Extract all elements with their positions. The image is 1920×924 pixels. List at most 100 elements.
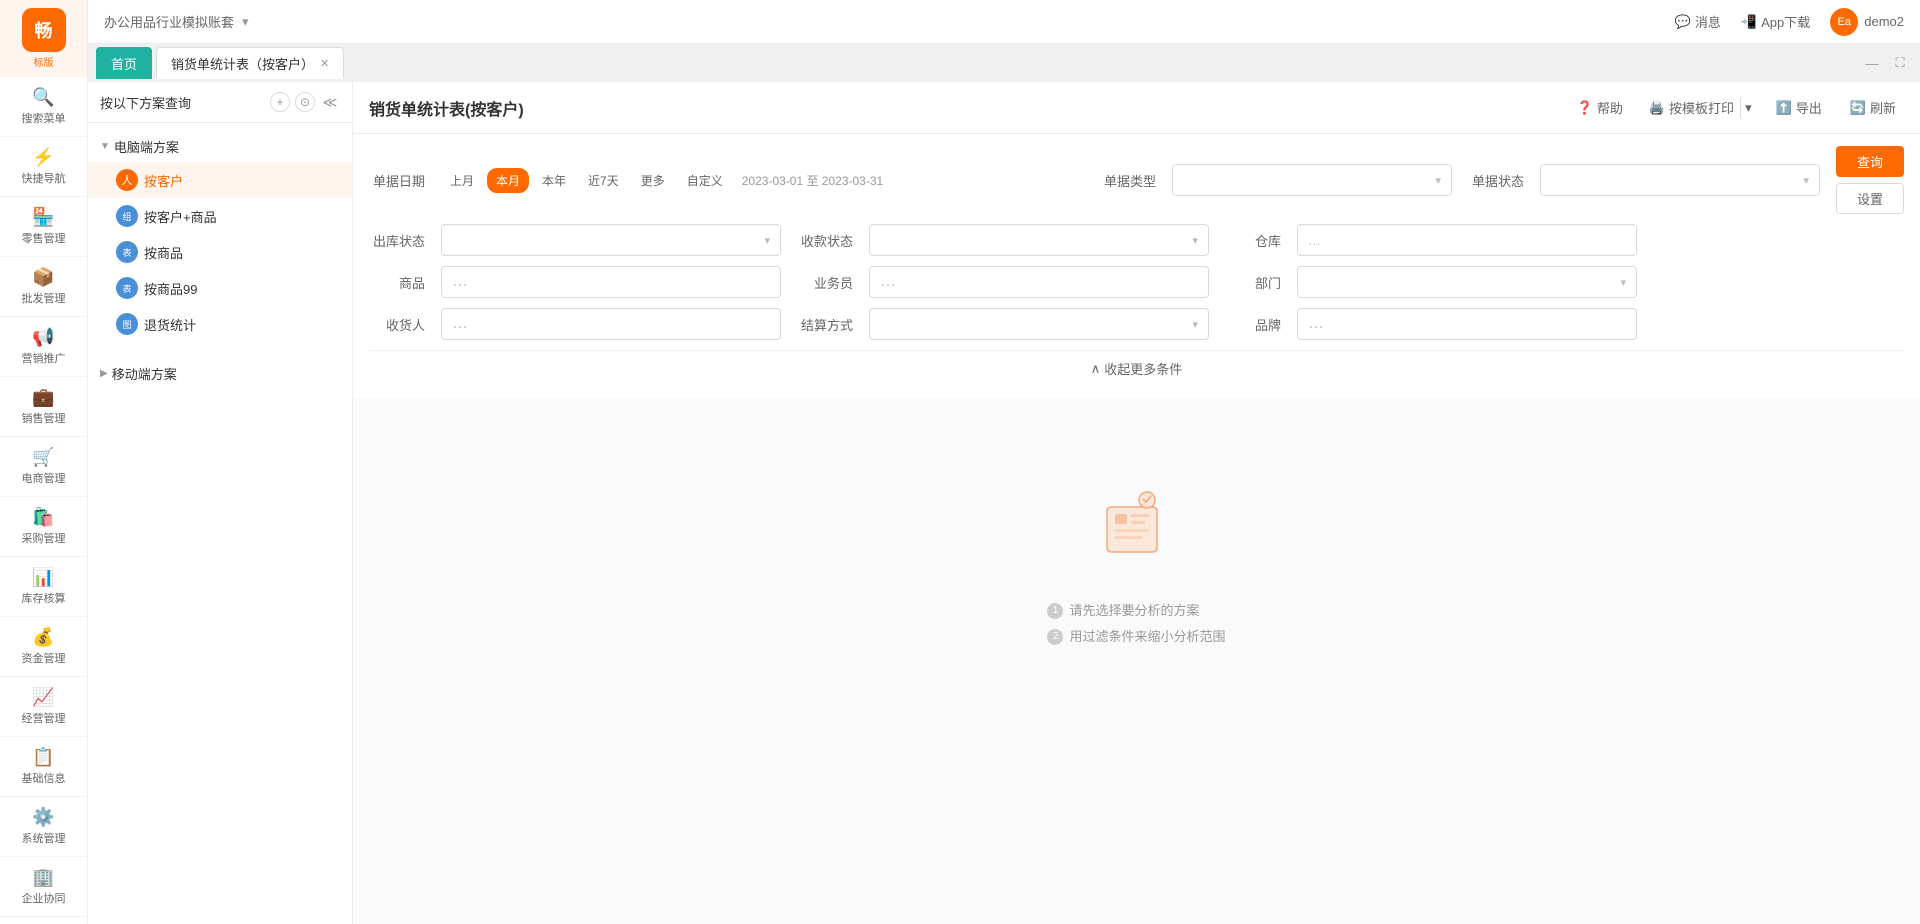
tree-item-goods99[interactable]: 表 按商品99 [88,270,352,306]
ship-status-label: 出库状态 [369,231,425,250]
tree-section-pc-label: 电脑端方案 [114,137,179,156]
tree-section-mobile-header[interactable]: ▶ 移动端方案 [88,358,352,389]
tab-sales-stats[interactable]: 销货单统计表（按客户） ✕ [156,47,344,79]
message-btn[interactable]: 💬 消息 [1675,12,1721,31]
collapse-panel-btn[interactable]: ≪ [320,92,340,112]
empty-tip-text-2: 用过滤条件来缩小分析范围 [1069,624,1225,650]
salesman-select[interactable]: … [869,266,1209,298]
filter-area: 单据日期 上月 本月 本年 近7天 更多 自定义 2023-03-01 至 20… [353,134,1920,398]
sidebar-item-enterprise-label: 企业协同 [22,890,66,906]
sidebar-item-finance[interactable]: 💰 资金管理 [0,617,87,677]
inventory-icon: 📊 [32,567,54,588]
print-btn[interactable]: 🖨️ 按模板打印 [1643,94,1740,121]
sidebar-item-wholesale-label: 批发管理 [22,290,66,306]
payment-status-select[interactable]: ▾ [869,224,1209,256]
date-tab-thismonth[interactable]: 本月 [487,168,529,193]
filter-row-date: 单据日期 上月 本月 本年 近7天 更多 自定义 2023-03-01 至 20… [369,146,1904,214]
content-wrapper: 按以下方案查询 + ⊙ ≪ ▼ 电脑端方案 人 按客户 组 按客户 [88,82,1920,924]
doc-type-select[interactable]: ▾ [1172,164,1452,196]
empty-tip-item-1: 1 请先选择要分析的方案 [1047,598,1225,624]
date-tab-lastmonth[interactable]: 上月 [441,168,483,193]
tree-item-return-icon: 图 [116,313,138,335]
date-tab-thisyear[interactable]: 本年 [533,168,575,193]
warehouse-select[interactable]: … [1297,224,1637,256]
tree-item-goods[interactable]: 表 按商品 [88,234,352,270]
tree-section-pc-header[interactable]: ▼ 电脑端方案 [88,131,352,162]
date-tab-7days[interactable]: 近7天 [579,168,628,193]
consignee-select[interactable]: … [441,308,781,340]
ship-status-arrow: ▾ [764,234,770,247]
tab-maximize-btn[interactable]: ⛶ [1888,51,1912,75]
sidebar-item-retail-label: 零售管理 [22,230,66,246]
tree-item-return[interactable]: 图 退货统计 [88,306,352,342]
date-tab-custom[interactable]: 自定义 [678,168,732,193]
logo-text: 标版 [34,54,54,69]
sidebar-item-wholesale[interactable]: 📦 批发管理 [0,257,87,317]
sidebar-item-operations[interactable]: 📈 经营管理 [0,677,87,737]
message-icon: 💬 [1675,14,1691,30]
settle-select[interactable]: ▾ [869,308,1209,340]
dept-select[interactable]: ▾ [1297,266,1637,298]
filter-row-consignee: 收货人 … 结算方式 ▾ 品牌 … [369,308,1904,340]
date-tab-more[interactable]: 更多 [632,168,674,193]
sidebar-item-operations-label: 经营管理 [22,710,66,726]
goods-select[interactable]: … [441,266,781,298]
page-actions: ❓ 帮助 🖨️ 按模板打印 ▾ ⬆️ 导出 [1569,94,1904,121]
tab-expand-area: — ⛶ [1860,51,1912,75]
sidebar-item-basic[interactable]: 📋 基础信息 [0,737,87,797]
help-icon: ❓ [1577,100,1593,116]
ship-status-select[interactable]: ▾ [441,224,781,256]
header-left: 办公用品行业模拟账套 ▾ [104,12,249,31]
tree-arrow-mobile: ▶ [100,368,108,379]
sidebar-item-marketing-label: 营销推广 [22,350,66,366]
empty-state-tips: 1 请先选择要分析的方案 2 用过滤条件来缩小分析范围 [1047,598,1225,650]
brand-placeholder: … [1308,315,1325,333]
add-scheme-btn[interactable]: + [270,92,290,112]
sidebar-item-sales[interactable]: 💼 销售管理 [0,377,87,437]
left-panel-title: 按以下方案查询 [100,93,191,112]
doc-status-select[interactable]: ▾ [1540,164,1820,196]
settings-btn[interactable]: 设置 [1836,183,1904,214]
tree-item-customer-goods[interactable]: 组 按客户+商品 [88,198,352,234]
payment-status-label: 收款状态 [797,231,853,250]
sidebar-item-inventory[interactable]: 📊 库存核算 [0,557,87,617]
sidebar-item-newuser[interactable]: 🌱 新手引导 [0,917,87,924]
print-arrow-btn[interactable]: ▾ [1740,96,1756,120]
edit-scheme-btn[interactable]: ⊙ [295,92,315,112]
industry-name: 办公用品行业模拟账套 [104,12,234,31]
sidebar-item-retail[interactable]: 🏪 零售管理 [0,197,87,257]
export-btn[interactable]: ⬆️ 导出 [1768,94,1830,121]
tab-close-btn[interactable]: ✕ [320,57,329,70]
sidebar-item-enterprise[interactable]: 🏢 企业协同 [0,857,87,917]
empty-state: 1 请先选择要分析的方案 2 用过滤条件来缩小分析范围 [353,402,1920,710]
app-download-btn[interactable]: 📲 App下载 [1741,12,1810,31]
doc-status-label: 单据状态 [1468,171,1524,190]
quicknav-icon: ⚡ [32,147,54,168]
tab-minimize-btn[interactable]: — [1860,51,1884,75]
brand-select[interactable]: … [1297,308,1637,340]
user-area[interactable]: Ea demo2 [1830,8,1904,36]
sidebar-nav: 🔍 搜索菜单 ⚡ 快捷导航 🏪 零售管理 📦 批发管理 📢 营销推广 💼 销售管… [0,77,87,924]
query-btn[interactable]: 查询 [1836,146,1904,177]
tip-num-2: 2 [1047,629,1063,645]
sidebar-item-purchase[interactable]: 🛍️ 采购管理 [0,497,87,557]
print-icon: 🖨️ [1649,100,1665,116]
sidebar-item-ecommerce[interactable]: 🛒 电商管理 [0,437,87,497]
tree-item-customer[interactable]: 人 按客户 [88,162,352,198]
sidebar-item-system[interactable]: ⚙️ 系统管理 [0,797,87,857]
sidebar-item-quicknav[interactable]: ⚡ 快捷导航 [0,137,87,197]
tree-item-goods-label: 按商品 [144,243,183,262]
marketing-icon: 📢 [32,327,54,348]
empty-state-image [1077,462,1197,582]
help-btn[interactable]: ❓ 帮助 [1569,94,1631,121]
page-title: 销货单统计表(按客户) [369,96,524,120]
tab-home[interactable]: 首页 [96,47,152,79]
warehouse-placeholder: … [1308,233,1321,248]
collapse-more-btn[interactable]: ∧ 收起更多条件 [369,350,1904,386]
search-icon: 🔍 [32,87,54,108]
dropdown-arrow[interactable]: ▾ [242,14,249,30]
refresh-btn[interactable]: 🔄 刷新 [1842,94,1904,121]
sidebar-item-marketing[interactable]: 📢 营销推广 [0,317,87,377]
salesman-placeholder: … [880,273,897,291]
sidebar-item-search[interactable]: 🔍 搜索菜单 [0,77,87,137]
